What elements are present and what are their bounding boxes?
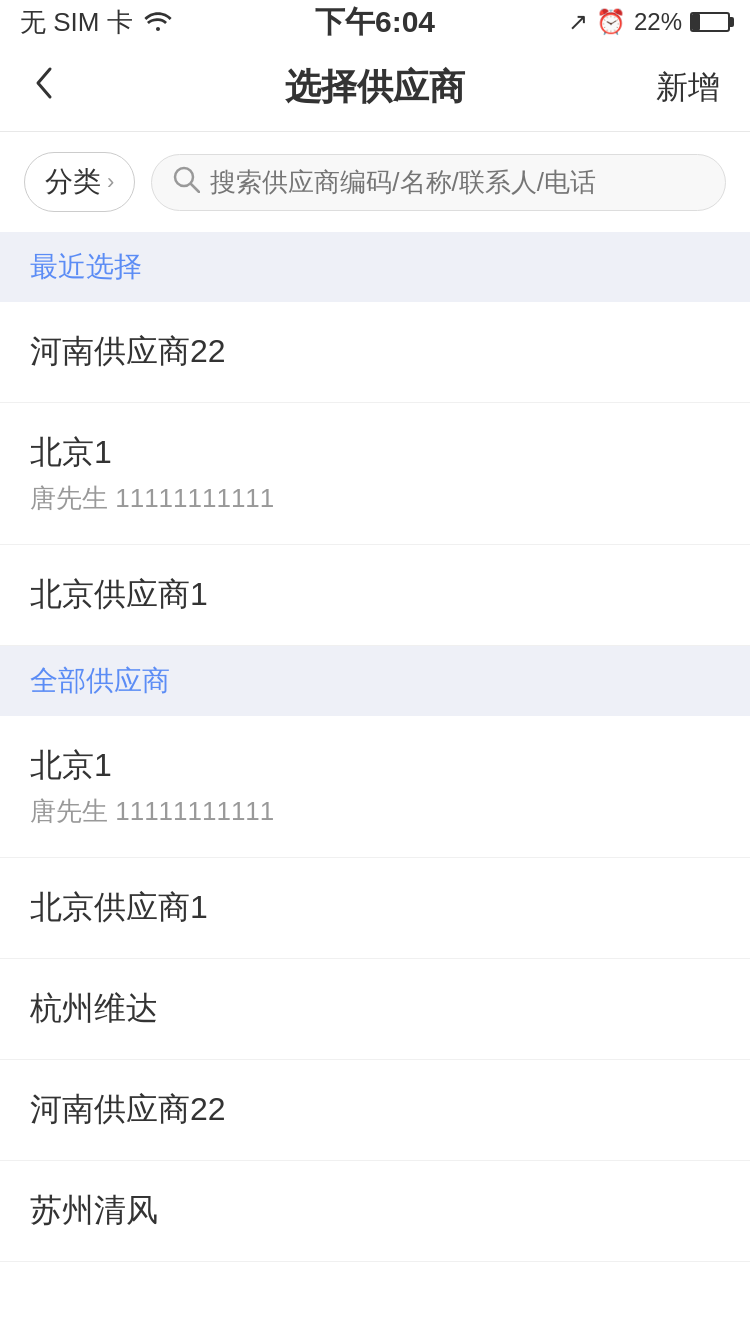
back-button[interactable] bbox=[30, 61, 110, 114]
status-left: 无 SIM 卡 bbox=[20, 5, 173, 40]
item-name: 北京1 bbox=[30, 744, 720, 788]
item-name: 北京供应商1 bbox=[30, 886, 720, 930]
wifi-icon bbox=[143, 7, 173, 38]
item-name: 北京供应商1 bbox=[30, 573, 720, 617]
all-list-item[interactable]: 北京1 唐先生 11111111111 bbox=[0, 716, 750, 858]
item-name: 杭州维达 bbox=[30, 987, 720, 1031]
status-bar: 无 SIM 卡 下午6:04 ↗ ⏰ 22% bbox=[0, 0, 750, 44]
all-section-label: 全部供应商 bbox=[30, 665, 170, 696]
svg-line-1 bbox=[191, 184, 199, 192]
alarm-icon: ⏰ bbox=[596, 8, 626, 36]
recent-section-label: 最近选择 bbox=[30, 251, 142, 282]
item-sub: 唐先生 11111111111 bbox=[30, 794, 720, 829]
add-button[interactable]: 新增 bbox=[640, 66, 720, 110]
recent-list: 河南供应商22 北京1 唐先生 11111111111 北京供应商1 bbox=[0, 302, 750, 646]
nav-bar: 选择供应商 新增 bbox=[0, 44, 750, 132]
recent-list-item[interactable]: 北京1 唐先生 11111111111 bbox=[0, 403, 750, 545]
item-name: 河南供应商22 bbox=[30, 330, 720, 374]
all-list: 北京1 唐先生 11111111111 北京供应商1 杭州维达 河南供应商22 … bbox=[0, 716, 750, 1262]
page-title: 选择供应商 bbox=[285, 63, 465, 112]
all-section-header: 全部供应商 bbox=[0, 646, 750, 716]
all-list-item[interactable]: 河南供应商22 bbox=[0, 1060, 750, 1161]
battery-label: 22% bbox=[634, 8, 682, 36]
time-display: 下午6:04 bbox=[315, 2, 435, 43]
status-right: ↗ ⏰ 22% bbox=[568, 8, 730, 36]
carrier-label: 无 SIM 卡 bbox=[20, 5, 133, 40]
search-box bbox=[151, 154, 726, 211]
recent-section-header: 最近选择 bbox=[0, 232, 750, 302]
chevron-right-icon: › bbox=[107, 169, 114, 195]
recent-list-item[interactable]: 北京供应商1 bbox=[0, 545, 750, 646]
all-list-item[interactable]: 北京供应商1 bbox=[0, 858, 750, 959]
battery-icon bbox=[690, 12, 730, 32]
category-button[interactable]: 分类 › bbox=[24, 152, 135, 212]
location-icon: ↗ bbox=[568, 8, 588, 36]
item-name: 河南供应商22 bbox=[30, 1088, 720, 1132]
item-name: 苏州清风 bbox=[30, 1189, 720, 1233]
all-list-item[interactable]: 杭州维达 bbox=[0, 959, 750, 1060]
item-sub: 唐先生 11111111111 bbox=[30, 481, 720, 516]
search-input[interactable] bbox=[210, 167, 705, 198]
filter-bar: 分类 › bbox=[0, 132, 750, 232]
all-list-item[interactable]: 苏州清风 bbox=[0, 1161, 750, 1262]
category-label: 分类 bbox=[45, 163, 101, 201]
recent-list-item[interactable]: 河南供应商22 bbox=[0, 302, 750, 403]
search-icon bbox=[172, 165, 200, 200]
item-name: 北京1 bbox=[30, 431, 720, 475]
